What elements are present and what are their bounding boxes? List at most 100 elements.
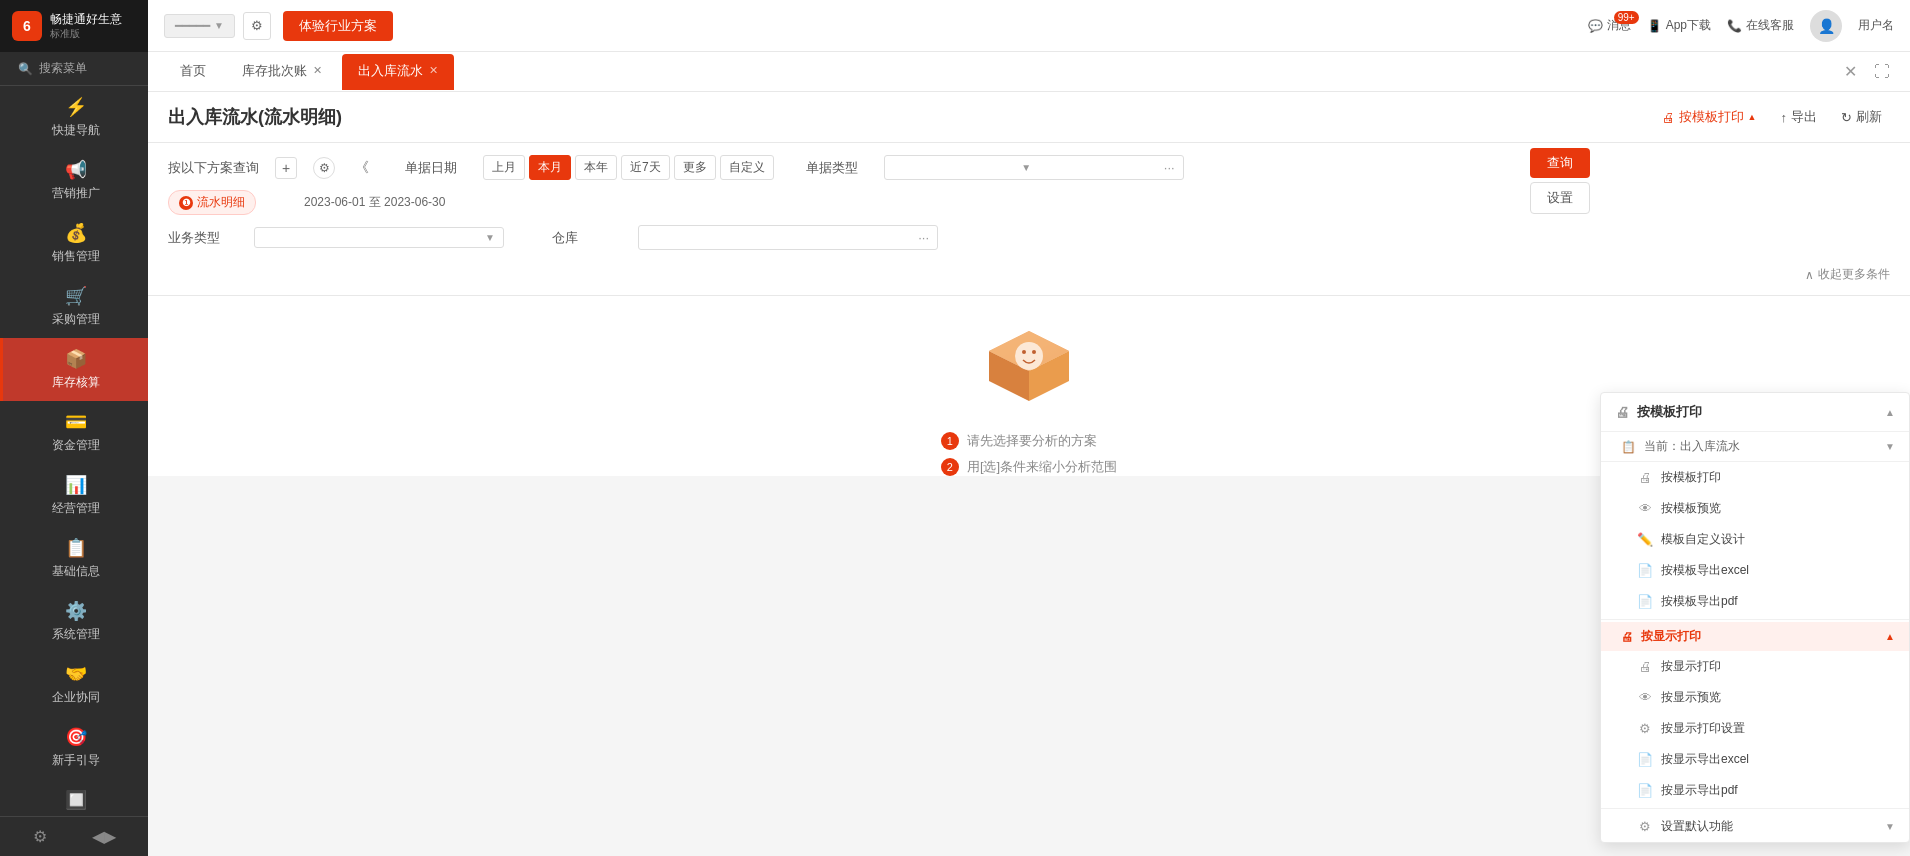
date-btn-custom[interactable]: 自定义 (720, 155, 774, 180)
current-icon: 📋 (1621, 440, 1636, 454)
app-icon: 📱 (1647, 19, 1662, 33)
warehouse-more: ··· (918, 230, 929, 245)
sidebar-item-inventory[interactable]: 📦 库存核算 (0, 338, 148, 401)
sidebar-item-purchase[interactable]: 🛒 采购管理 (0, 275, 148, 338)
warehouse-select[interactable]: ··· (638, 225, 938, 250)
date-btn-7days[interactable]: 近7天 (621, 155, 670, 180)
sidebar-nav: ⚡ 快捷导航 📢 营销推广 💰 销售管理 🛒 采购管理 📦 库存核算 💳 资金管… (0, 86, 148, 816)
tab-expand-btn[interactable]: ⛶ (1870, 60, 1894, 84)
tab-close-btn[interactable]: ✕ (1838, 60, 1862, 84)
tab-batch[interactable]: 库存批次账 ✕ (226, 54, 338, 90)
inventory-icon: 📦 (65, 348, 87, 370)
dropdown-item-template-print[interactable]: 🖨 按模板打印 (1601, 462, 1909, 493)
display-section-header[interactable]: 🖨 按显示打印 ▲ (1601, 622, 1909, 651)
dropdown-item-display-preview[interactable]: 👁 按显示预览 (1601, 682, 1909, 713)
filter-tag-icon: ❶ (179, 196, 193, 210)
display-preview-label: 按显示预览 (1661, 689, 1721, 706)
trial-btn[interactable]: 体验行业方案 (283, 11, 393, 41)
shortcut-icon: ⚡ (65, 96, 87, 118)
display-excel-label: 按显示导出excel (1661, 751, 1749, 768)
sidebar-item-collab[interactable]: 🤝 企业协同 (0, 653, 148, 716)
sidebar-bottom: ⚙ ◀▶ (0, 816, 148, 856)
date-btn-this-year[interactable]: 本年 (575, 155, 617, 180)
date-btn-this-month[interactable]: 本月 (529, 155, 571, 180)
display-settings-icon: ⚙ (1637, 721, 1653, 737)
dropdown-item-template-customize[interactable]: ✏️ 模板自定义设计 (1601, 524, 1909, 555)
sidebar-item-label: 系统管理 (52, 626, 100, 643)
sidebar: 6 畅捷通好生意 标准版 🔍 搜索菜单 ⚡ 快捷导航 📢 营销推广 💰 销售管理… (0, 0, 148, 856)
message-btn[interactable]: 💬 消息 99+ (1588, 17, 1631, 34)
sidebar-item-label: 采购管理 (52, 311, 100, 328)
template-print-label: 按模板打印 (1661, 469, 1721, 486)
step-num-2: 2 (941, 458, 959, 476)
sidebar-item-apps[interactable]: 🔲 应用中心 (0, 779, 148, 816)
template-excel-icon: 📄 (1637, 563, 1653, 579)
warehouse-label: 仓库 (552, 229, 622, 247)
dropdown-header-icon: 🖨 (1615, 404, 1629, 420)
dropdown-item-template-pdf[interactable]: 📄 按模板导出pdf (1601, 586, 1909, 617)
sidebar-item-finance[interactable]: 💳 资金管理 (0, 401, 148, 464)
export-btn[interactable]: ↑ 导出 (1773, 104, 1826, 130)
empty-steps: 1 请先选择要分析的方案 2 用[选]条件来缩小分析范围 (941, 432, 1117, 476)
refresh-icon: ↻ (1841, 110, 1852, 125)
sidebar-item-sales[interactable]: 💰 销售管理 (0, 212, 148, 275)
dropdown-item-display-settings[interactable]: ⚙ 按显示打印设置 (1601, 713, 1909, 744)
settings-btn[interactable]: 设置 (1530, 182, 1590, 214)
username-label[interactable]: 用户名 (1858, 17, 1894, 34)
edition-name: 标准版 (50, 27, 122, 40)
template-customize-icon: ✏️ (1637, 532, 1653, 548)
dropdown-item-template-excel[interactable]: 📄 按模板导出excel (1601, 555, 1909, 586)
sidebar-item-marketing[interactable]: 📢 营销推广 (0, 149, 148, 212)
topbar-settings-btn[interactable]: ⚙ (243, 12, 271, 40)
tab-flow[interactable]: 出入库流水 ✕ (342, 54, 454, 90)
sidebar-item-operations[interactable]: 📊 经营管理 (0, 464, 148, 527)
current-arrow: ▼ (1885, 441, 1895, 452)
print-template-label: 按模板打印 (1679, 108, 1744, 126)
tab-batch-close[interactable]: ✕ (313, 64, 322, 77)
message-icon: 💬 (1588, 19, 1603, 33)
refresh-btn[interactable]: ↻ 刷新 (1833, 104, 1890, 130)
user-avatar[interactable]: 👤 (1810, 10, 1842, 42)
business-type-select[interactable]: ▼ (254, 227, 504, 248)
settings-default-label: 设置默认功能 (1661, 818, 1733, 835)
sidebar-search[interactable]: 🔍 搜索菜单 (0, 52, 148, 86)
collapse-row[interactable]: ∧ 收起更多条件 (168, 260, 1890, 283)
dropdown-item-settings-default[interactable]: ⚙ 设置默认功能 ▼ (1601, 811, 1909, 842)
settings-bottom-btn[interactable]: ⚙ (33, 827, 47, 846)
search-icon: 🔍 (18, 62, 33, 76)
tab-bar: 首页 库存批次账 ✕ 出入库流水 ✕ ✕ ⛶ (148, 52, 1910, 92)
search-label: 搜索菜单 (39, 60, 87, 77)
filter-setting-btn[interactable]: ⚙ (313, 157, 335, 179)
template-pdf-label: 按模板导出pdf (1661, 593, 1738, 610)
app-download-btn[interactable]: 📱 App下载 (1647, 17, 1711, 34)
dropdown-item-display-pdf[interactable]: 📄 按显示导出pdf (1601, 775, 1909, 806)
dropdown-item-display-print[interactable]: 🖨 按显示打印 (1601, 651, 1909, 682)
bill-type-select[interactable]: ▼ ··· (884, 155, 1184, 180)
date-btn-more[interactable]: 更多 (674, 155, 716, 180)
online-service-btn[interactable]: 📞 在线客服 (1727, 17, 1794, 34)
date-btn-last-month[interactable]: 上月 (483, 155, 525, 180)
filter-tag[interactable]: ❶ 流水明细 (168, 190, 256, 215)
finance-icon: 💳 (65, 411, 87, 433)
empty-step-2-text: 用[选]条件来缩小分析范围 (967, 458, 1117, 476)
print-template-btn[interactable]: 🖨 按模板打印 ▲ (1654, 104, 1765, 130)
tab-flow-close[interactable]: ✕ (429, 64, 438, 77)
sidebar-item-system[interactable]: ⚙️ 系统管理 (0, 590, 148, 653)
sidebar-item-newbie[interactable]: 🎯 新手引导 (0, 716, 148, 779)
dropdown-item-display-excel[interactable]: 📄 按显示导出excel (1601, 744, 1909, 775)
filter-collapse-btn[interactable]: 《 (351, 157, 373, 179)
filter-add-btn[interactable]: + (275, 157, 297, 179)
collapse-sidebar-btn[interactable]: ◀▶ (92, 827, 116, 846)
right-action-btns: 查询 设置 (1530, 148, 1590, 214)
breadcrumb[interactable]: ━━━━━ ▼ (164, 14, 235, 38)
service-icon: 📞 (1727, 19, 1742, 33)
sidebar-item-label: 营销推广 (52, 185, 100, 202)
tab-home[interactable]: 首页 (164, 54, 222, 90)
marketing-icon: 📢 (65, 159, 87, 181)
query-btn[interactable]: 查询 (1530, 148, 1590, 178)
sidebar-item-basic[interactable]: 📋 基础信息 (0, 527, 148, 590)
topbar-right: 💬 消息 99+ 📱 App下载 📞 在线客服 👤 用户名 (1588, 10, 1894, 42)
dropdown-item-template-preview[interactable]: 👁 按模板预览 (1601, 493, 1909, 524)
sidebar-item-shortcut[interactable]: ⚡ 快捷导航 (0, 86, 148, 149)
collab-icon: 🤝 (65, 663, 87, 685)
